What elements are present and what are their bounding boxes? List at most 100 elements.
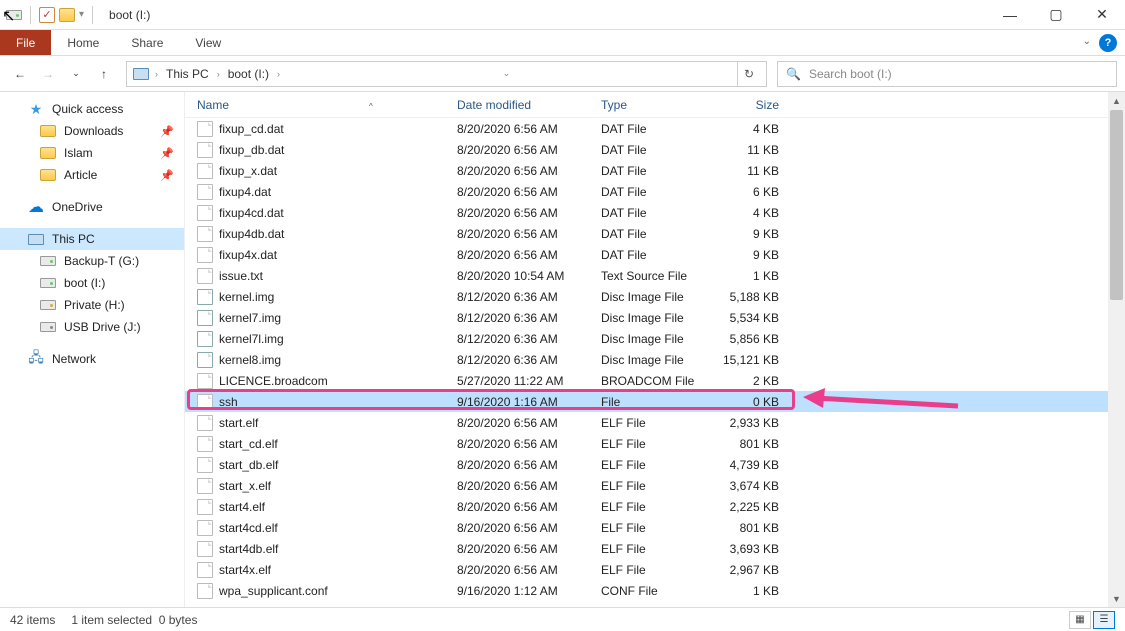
file-row[interactable]: fixup_db.dat8/20/2020 6:56 AMDAT File11 … <box>185 139 1125 160</box>
file-icon <box>197 289 213 305</box>
folder-icon <box>40 125 56 137</box>
file-row[interactable]: LICENCE.broadcom5/27/2020 11:22 AMBROADC… <box>185 370 1125 391</box>
header-type[interactable]: Type <box>601 98 721 112</box>
header-name[interactable]: Name^ <box>197 98 457 112</box>
refresh-button[interactable]: ↻ <box>737 62 760 86</box>
separator <box>30 6 31 24</box>
file-name: wpa_supplicant.conf <box>219 584 328 598</box>
file-row[interactable]: fixup4x.dat8/20/2020 6:56 AMDAT File9 KB <box>185 244 1125 265</box>
scrollbar[interactable]: ▲ ▼ <box>1108 92 1125 607</box>
caret-icon[interactable]: › <box>277 69 280 79</box>
scroll-down-icon[interactable]: ▼ <box>1108 590 1125 607</box>
view-details-button[interactable]: ☰ <box>1093 611 1115 629</box>
file-size: 5,534 KB <box>721 311 791 325</box>
sidebar-item-pinned[interactable]: Article📌 <box>0 164 184 186</box>
file-row[interactable]: fixup4cd.dat8/20/2020 6:56 AMDAT File4 K… <box>185 202 1125 223</box>
minimize-button[interactable]: — <box>987 0 1033 30</box>
file-name: fixup_db.dat <box>219 143 284 157</box>
back-button[interactable]: ← <box>8 62 32 86</box>
folder-icon <box>59 8 75 22</box>
file-row[interactable]: start_cd.elf8/20/2020 6:56 AMELF File801… <box>185 433 1125 454</box>
maximize-button[interactable]: ▢ <box>1033 0 1079 30</box>
file-type: Disc Image File <box>601 311 721 325</box>
tab-home[interactable]: Home <box>51 30 115 55</box>
ribbon: File Home Share View ⌄ ? <box>0 30 1125 56</box>
file-row[interactable]: start_db.elf8/20/2020 6:56 AMELF File4,7… <box>185 454 1125 475</box>
sidebar-item-drive[interactable]: boot (I:) <box>0 272 184 294</box>
header-size[interactable]: Size <box>721 98 791 112</box>
file-row[interactable]: start4x.elf8/20/2020 6:56 AMELF File2,96… <box>185 559 1125 580</box>
sidebar-item-onedrive[interactable]: ☁ OneDrive <box>0 196 184 218</box>
file-row[interactable]: start.elf8/20/2020 6:56 AMELF File2,933 … <box>185 412 1125 433</box>
file-row[interactable]: start4.elf8/20/2020 6:56 AMELF File2,225… <box>185 496 1125 517</box>
file-type: Disc Image File <box>601 332 721 346</box>
file-name: fixup4cd.dat <box>219 206 284 220</box>
file-row[interactable]: start_x.elf8/20/2020 6:56 AMELF File3,67… <box>185 475 1125 496</box>
file-list[interactable]: fixup_cd.dat8/20/2020 6:56 AMDAT File4 K… <box>185 118 1125 607</box>
file-row[interactable]: kernel7l.img8/12/2020 6:36 AMDisc Image … <box>185 328 1125 349</box>
breadcrumb-root[interactable]: This PC <box>164 67 211 81</box>
file-size: 2 KB <box>721 374 791 388</box>
header-date[interactable]: Date modified <box>457 98 601 112</box>
scroll-thumb[interactable] <box>1110 110 1123 300</box>
file-size: 4 KB <box>721 122 791 136</box>
chevron-down-icon[interactable]: ▾ <box>79 9 84 20</box>
file-row[interactable]: fixup4.dat8/20/2020 6:56 AMDAT File6 KB <box>185 181 1125 202</box>
ribbon-expand-icon[interactable]: ⌄ <box>1083 36 1091 47</box>
tab-file[interactable]: File <box>0 30 51 55</box>
file-row[interactable]: start4db.elf8/20/2020 6:56 AMELF File3,6… <box>185 538 1125 559</box>
file-size: 5,856 KB <box>721 332 791 346</box>
file-row[interactable]: wpa_supplicant.conf9/16/2020 1:12 AMCONF… <box>185 580 1125 601</box>
check-icon[interactable]: ✓ <box>39 7 55 23</box>
file-name: start_x.elf <box>219 479 271 493</box>
search-box[interactable]: 🔍 <box>777 61 1117 87</box>
file-name: issue.txt <box>219 269 263 283</box>
file-row[interactable]: kernel.img8/12/2020 6:36 AMDisc Image Fi… <box>185 286 1125 307</box>
sidebar-item-this-pc[interactable]: This PC <box>0 228 184 250</box>
breadcrumb-current[interactable]: boot (I:) <box>226 67 271 81</box>
tab-share[interactable]: Share <box>115 30 179 55</box>
file-row[interactable]: fixup4db.dat8/20/2020 6:56 AMDAT File9 K… <box>185 223 1125 244</box>
file-row[interactable]: fixup_x.dat8/20/2020 6:56 AMDAT File11 K… <box>185 160 1125 181</box>
file-name: kernel8.img <box>219 353 281 367</box>
file-row[interactable]: fixup_cd.dat8/20/2020 6:56 AMDAT File4 K… <box>185 118 1125 139</box>
file-row[interactable]: ssh9/16/2020 1:16 AMFile0 KB <box>185 391 1125 412</box>
file-name: ssh <box>219 395 238 409</box>
sidebar-item-drive[interactable]: Backup-T (G:) <box>0 250 184 272</box>
help-button[interactable]: ? <box>1099 34 1117 52</box>
tab-view[interactable]: View <box>179 30 237 55</box>
sidebar-item-quick-access[interactable]: ★ Quick access <box>0 98 184 120</box>
sidebar-label: OneDrive <box>52 200 103 214</box>
file-icon <box>197 247 213 263</box>
file-row[interactable]: kernel7.img8/12/2020 6:36 AMDisc Image F… <box>185 307 1125 328</box>
status-bar: 42 items 1 item selected 0 bytes ▦ ☰ <box>0 607 1125 631</box>
sidebar-item-drive[interactable]: Private (H:) <box>0 294 184 316</box>
forward-button[interactable]: → <box>36 62 60 86</box>
file-icon <box>197 499 213 515</box>
caret-icon[interactable]: › <box>155 69 158 79</box>
file-type: ELF File <box>601 500 721 514</box>
pc-icon <box>133 68 149 80</box>
drive-icon <box>40 278 56 288</box>
search-input[interactable] <box>809 67 1108 81</box>
file-row[interactable]: kernel8.img8/12/2020 6:36 AMDisc Image F… <box>185 349 1125 370</box>
close-button[interactable]: ✕ <box>1079 0 1125 30</box>
sidebar-item-network[interactable]: 🖧 Network <box>0 348 184 370</box>
caret-icon[interactable]: › <box>217 69 220 79</box>
sidebar-item-pinned[interactable]: Islam📌 <box>0 142 184 164</box>
file-row[interactable]: issue.txt8/20/2020 10:54 AMText Source F… <box>185 265 1125 286</box>
sidebar-item-pinned[interactable]: Downloads📌 <box>0 120 184 142</box>
scroll-up-icon[interactable]: ▲ <box>1108 92 1125 109</box>
file-icon <box>197 562 213 578</box>
pin-icon: 📌 <box>160 169 174 182</box>
view-thumbnails-button[interactable]: ▦ <box>1069 611 1091 629</box>
recent-dropdown-icon[interactable]: ⌄ <box>64 62 88 86</box>
file-row[interactable]: start4cd.elf8/20/2020 6:56 AMELF File801… <box>185 517 1125 538</box>
up-button[interactable]: ↑ <box>92 62 116 86</box>
address-dropdown-icon[interactable]: ⌄ <box>503 68 515 79</box>
star-icon: ★ <box>28 101 44 117</box>
sidebar-item-drive[interactable]: USB Drive (J:) <box>0 316 184 338</box>
file-name: kernel7l.img <box>219 332 284 346</box>
address-bar[interactable]: › This PC › boot (I:) › ⌄ ↻ <box>126 61 767 87</box>
sort-indicator-icon: ^ <box>369 102 373 111</box>
